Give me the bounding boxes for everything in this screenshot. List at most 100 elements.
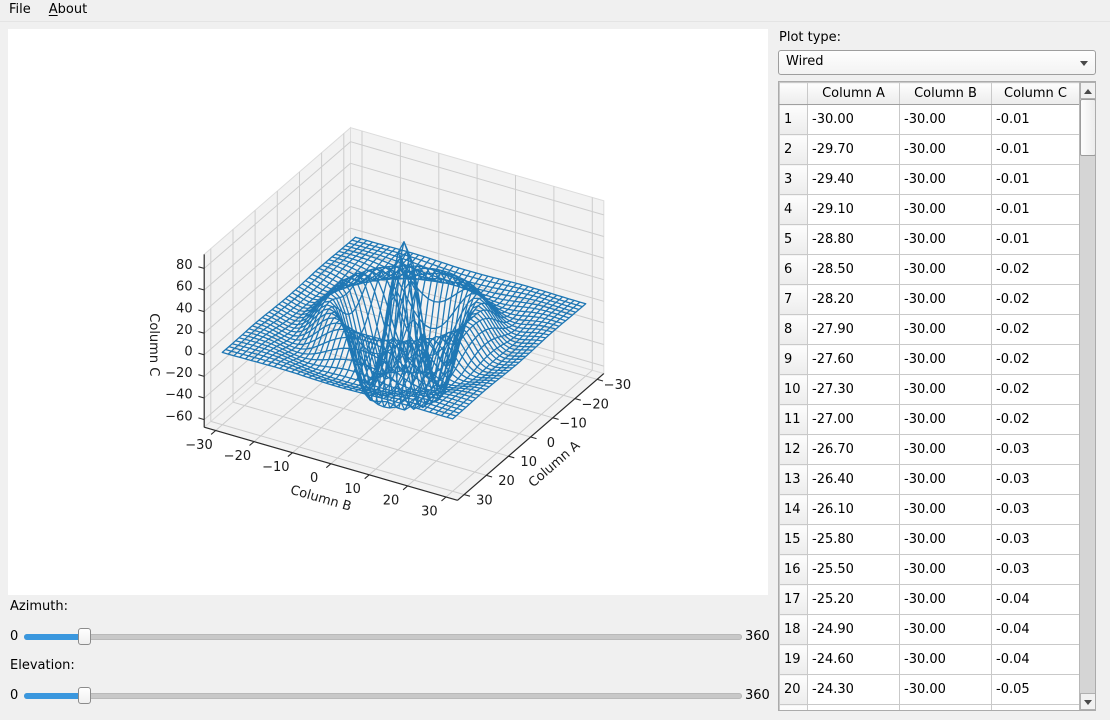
table-cell[interactable] [992, 705, 1080, 712]
row-number[interactable]: 16 [780, 555, 808, 585]
table-cell[interactable]: -0.01 [992, 135, 1080, 165]
row-number[interactable]: 4 [780, 195, 808, 225]
table-cell[interactable]: -30.00 [900, 345, 992, 375]
row-number[interactable] [780, 705, 808, 712]
table-cell[interactable]: -30.00 [900, 585, 992, 615]
table-cell[interactable]: -0.01 [992, 195, 1080, 225]
azimuth-slider-handle[interactable] [78, 628, 91, 645]
row-number[interactable]: 19 [780, 645, 808, 675]
table-cell[interactable]: -30.00 [900, 165, 992, 195]
table-cell[interactable]: -30.00 [900, 435, 992, 465]
row-number[interactable]: 13 [780, 465, 808, 495]
row-number[interactable]: 8 [780, 315, 808, 345]
table-cell[interactable]: -0.02 [992, 375, 1080, 405]
table-cell[interactable]: -29.70 [808, 135, 900, 165]
table-cell[interactable]: -27.00 [808, 405, 900, 435]
plot-type-dropdown[interactable]: Wired [778, 50, 1096, 75]
table-cell[interactable]: -25.80 [808, 525, 900, 555]
table-cell[interactable]: -24.60 [808, 645, 900, 675]
menu-item-about[interactable]: About [40, 0, 96, 21]
table-cell[interactable]: -28.50 [808, 255, 900, 285]
table-cell[interactable]: -30.00 [900, 315, 992, 345]
row-number[interactable]: 2 [780, 135, 808, 165]
table-cell[interactable]: -27.60 [808, 345, 900, 375]
row-number[interactable]: 14 [780, 495, 808, 525]
table-cell[interactable]: -28.80 [808, 225, 900, 255]
row-number[interactable]: 10 [780, 375, 808, 405]
table-cell[interactable]: -0.04 [992, 585, 1080, 615]
table-row: 5-28.80-30.00-0.01 [780, 225, 1080, 255]
tick [464, 495, 470, 497]
table-cell[interactable]: -0.03 [992, 495, 1080, 525]
row-number[interactable]: 9 [780, 345, 808, 375]
row-number[interactable]: 11 [780, 405, 808, 435]
row-number[interactable]: 5 [780, 225, 808, 255]
table-cell[interactable]: -0.02 [992, 345, 1080, 375]
row-number[interactable]: 15 [780, 525, 808, 555]
tick [250, 442, 255, 446]
table-cell[interactable]: -0.02 [992, 285, 1080, 315]
table-cell[interactable] [900, 705, 992, 712]
row-number[interactable]: 17 [780, 585, 808, 615]
table-row: 12-26.70-30.00-0.03 [780, 435, 1080, 465]
tick [442, 497, 447, 501]
table-cell[interactable]: -27.90 [808, 315, 900, 345]
table-cell[interactable]: -0.02 [992, 315, 1080, 345]
row-number[interactable]: 12 [780, 435, 808, 465]
table-cell[interactable]: -30.00 [900, 555, 992, 585]
elevation-slider-fill [24, 693, 84, 699]
table-cell[interactable]: -30.00 [900, 645, 992, 675]
table-cell[interactable]: -30.00 [900, 195, 992, 225]
table-cell[interactable]: -30.00 [900, 465, 992, 495]
tick [486, 475, 492, 477]
table-cell[interactable]: -30.00 [900, 135, 992, 165]
table-cell[interactable]: -26.10 [808, 495, 900, 525]
table-cell[interactable]: -0.03 [992, 435, 1080, 465]
table-cell[interactable]: -30.00 [900, 525, 992, 555]
table-cell[interactable]: -30.00 [900, 405, 992, 435]
column-header-2[interactable]: Column C [992, 83, 1080, 105]
table-cell[interactable]: -0.03 [992, 465, 1080, 495]
table-cell[interactable]: -0.03 [992, 555, 1080, 585]
scrollbar-thumb[interactable] [1080, 99, 1096, 156]
elevation-slider-handle[interactable] [78, 687, 91, 704]
table-cell[interactable]: -30.00 [900, 225, 992, 255]
table-cell[interactable]: -0.02 [992, 405, 1080, 435]
table-cell[interactable]: -0.02 [992, 255, 1080, 285]
table-cell[interactable]: -29.10 [808, 195, 900, 225]
table-cell[interactable]: -25.20 [808, 585, 900, 615]
table-cell[interactable]: -0.01 [992, 105, 1080, 135]
table-cell[interactable]: -0.01 [992, 165, 1080, 195]
table-cell[interactable]: -30.00 [900, 495, 992, 525]
table-cell[interactable]: -30.00 [900, 285, 992, 315]
table-cell[interactable]: -30.00 [900, 255, 992, 285]
column-header-0[interactable]: Column A [808, 83, 900, 105]
row-number[interactable]: 6 [780, 255, 808, 285]
row-number[interactable]: 3 [780, 165, 808, 195]
menu-item-file[interactable]: File [0, 0, 40, 21]
row-number[interactable]: 7 [780, 285, 808, 315]
scrollbar-up-button[interactable] [1080, 82, 1096, 99]
table-cell[interactable]: -29.40 [808, 165, 900, 195]
table-cell[interactable]: -25.50 [808, 555, 900, 585]
table-cell[interactable]: -27.30 [808, 375, 900, 405]
row-number[interactable]: 1 [780, 105, 808, 135]
table-row: 7-28.20-30.00-0.02 [780, 285, 1080, 315]
table-cell[interactable]: -28.20 [808, 285, 900, 315]
table-cell[interactable]: -30.00 [900, 105, 992, 135]
plot-canvas: −30−20−100102030−30−20−100102030−60−40−2… [8, 29, 768, 595]
column-header-1[interactable]: Column B [900, 83, 992, 105]
z-tick-label: 80 [176, 258, 193, 273]
table-scrollbar[interactable] [1079, 82, 1095, 710]
elevation-slider[interactable] [24, 693, 742, 699]
table-cell[interactable]: -30.00 [900, 375, 992, 405]
tick [198, 310, 204, 312]
table-cell[interactable]: -30.00 [808, 105, 900, 135]
table-cell[interactable] [808, 705, 900, 712]
table-cell[interactable]: -0.04 [992, 645, 1080, 675]
azimuth-slider[interactable] [24, 634, 742, 640]
table-cell[interactable]: -26.40 [808, 465, 900, 495]
table-cell[interactable]: -26.70 [808, 435, 900, 465]
table-cell[interactable]: -0.03 [992, 525, 1080, 555]
table-cell[interactable]: -0.01 [992, 225, 1080, 255]
